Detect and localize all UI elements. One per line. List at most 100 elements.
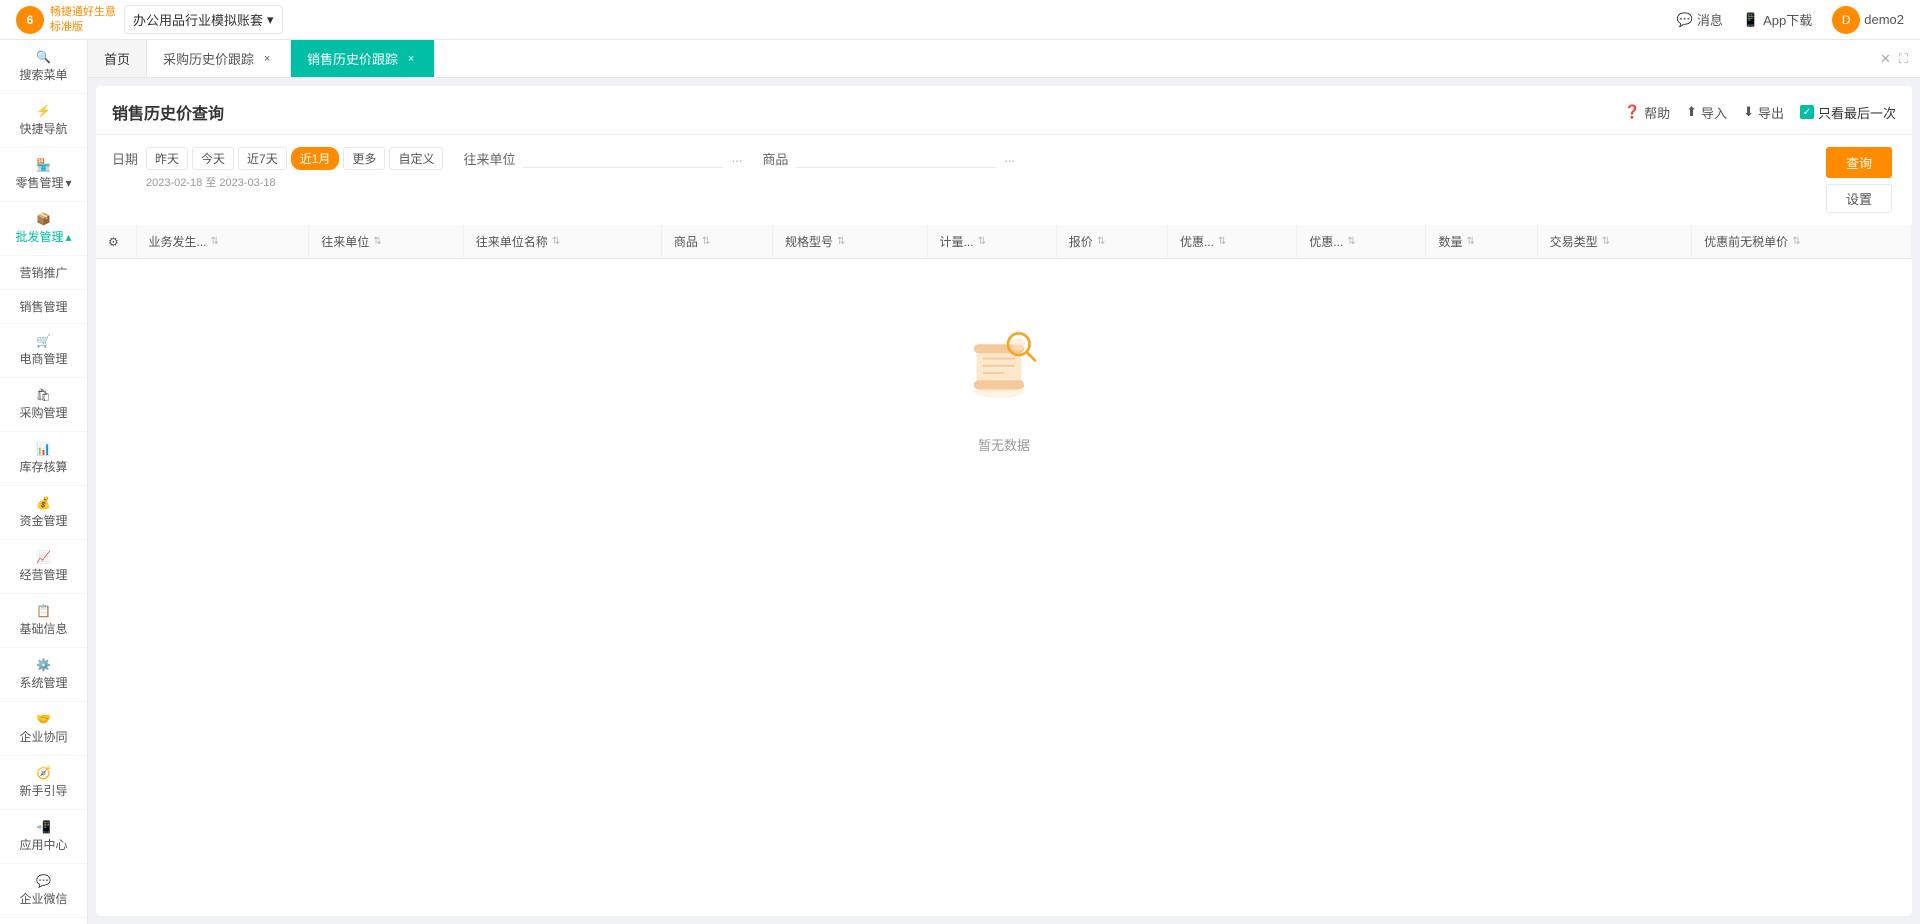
- quick-nav-icon: ⚡: [36, 104, 51, 118]
- sort-icon: ⇅: [1602, 236, 1610, 247]
- tab-sales-history[interactable]: 销售历史价跟踪 ×: [291, 40, 435, 77]
- sidebar-item-quick-nav[interactable]: ⚡ 快捷导航: [0, 94, 87, 148]
- only-last-checkbox[interactable]: ✓ 只看最后一次: [1800, 103, 1896, 122]
- sort-icon: ⇅: [1792, 236, 1800, 247]
- col-trade-type[interactable]: 交易类型 ⇅: [1537, 225, 1692, 259]
- sidebar-item-guide[interactable]: 🧭 新手引导: [0, 756, 87, 810]
- goods-dots[interactable]: ...: [1004, 150, 1015, 165]
- col-spec[interactable]: 规格型号 ⇅: [772, 225, 927, 259]
- phone-icon: 📱: [1743, 12, 1759, 28]
- enterprise-icon: 🤝: [36, 712, 51, 726]
- tab-close-all-icon[interactable]: ✕: [1880, 51, 1891, 67]
- query-button[interactable]: 查询: [1826, 147, 1892, 178]
- sidebar-item-operations[interactable]: 📈 经营管理: [0, 540, 87, 594]
- export-button[interactable]: ⬇ 导出: [1743, 103, 1784, 122]
- sidebar-item-label: 企业协同: [19, 728, 67, 745]
- purchase-history-tab-close[interactable]: ×: [260, 52, 274, 66]
- date-btn-yesterday[interactable]: 昨天: [146, 147, 188, 170]
- col-partner-name[interactable]: 往来单位名称 ⇅: [463, 225, 661, 259]
- header-right: 💬 消息 📱 App下载 D demo2: [1677, 6, 1904, 34]
- sidebar-item-label: 资金管理: [19, 512, 67, 529]
- sidebar-item-label: 经营管理: [19, 566, 67, 583]
- sidebar-item-enterprise[interactable]: 🤝 企业协同: [0, 702, 87, 756]
- date-btn-today[interactable]: 今天: [192, 147, 234, 170]
- wechat-icon: 💬: [36, 874, 51, 888]
- sidebar-item-label: 系统管理: [19, 674, 67, 691]
- sidebar-item-inventory[interactable]: 📊 库存核算: [0, 432, 87, 486]
- sidebar-item-search-menu[interactable]: 🔍 搜索菜单: [0, 40, 87, 94]
- sidebar-item-finance[interactable]: 💰 资金管理: [0, 486, 87, 540]
- ecommerce-icon: 🛒: [36, 334, 51, 348]
- col-settings[interactable]: ⚙: [96, 225, 136, 259]
- sales-history-tab-close[interactable]: ×: [404, 52, 418, 66]
- sort-icon: ⇅: [1466, 236, 1474, 247]
- empty-text: 暂无数据: [978, 435, 1030, 454]
- basic-info-icon: 📋: [36, 604, 51, 618]
- dropdown-icon: ▾: [267, 12, 274, 28]
- settings-button[interactable]: 设置: [1826, 184, 1892, 213]
- sidebar-item-label: 搜索菜单: [19, 66, 67, 83]
- partner-dots[interactable]: ...: [731, 150, 742, 165]
- help-button[interactable]: ❓ 帮助: [1624, 103, 1670, 122]
- sidebar-item-label: 零售管理: [15, 174, 63, 191]
- goods-input[interactable]: [796, 148, 996, 168]
- page-header-actions: ❓ 帮助 ⬆ 导入 ⬇ 导出 ✓ 只看最后一次: [1624, 103, 1896, 122]
- date-filter-group: 日期 昨天 今天 近7天 近1月 更多 自定义 2023-02-18 至 202…: [112, 147, 443, 190]
- account-selector[interactable]: 办公用品行业模拟账套 ▾: [124, 5, 283, 34]
- message-action[interactable]: 💬 消息: [1677, 10, 1723, 29]
- tab-fullscreen-icon[interactable]: ⛶: [1899, 51, 1908, 67]
- sidebar-item-app-center[interactable]: 📲 应用中心: [0, 810, 87, 864]
- col-discount2[interactable]: 优惠... ⇅: [1297, 225, 1426, 259]
- page-title: 销售历史价查询: [112, 100, 224, 124]
- logo-area: 6 畅捷通好生意 标准版: [16, 5, 116, 34]
- col-partner-code[interactable]: 往来单位 ⇅: [309, 225, 464, 259]
- sidebar-item-retail[interactable]: 🏪 零售管理 ▾: [0, 148, 87, 202]
- sidebar-item-label: 应用中心: [19, 836, 67, 853]
- col-goods[interactable]: 商品 ⇅: [661, 225, 772, 259]
- sidebar-item-marketing[interactable]: 营销推广: [0, 256, 87, 290]
- import-icon: ⬆: [1686, 104, 1697, 120]
- sidebar-item-ecommerce[interactable]: 🛒 电商管理: [0, 324, 87, 378]
- retail-icon: 🏪: [36, 158, 51, 172]
- user-action[interactable]: D demo2: [1832, 6, 1904, 34]
- partner-filter-label: 往来单位: [463, 147, 515, 168]
- date-range-text: 2023-02-18 至 2023-03-18: [146, 174, 443, 190]
- tab-bar-actions: ✕ ⛶: [1868, 51, 1920, 67]
- sidebar-item-sales-mgmt[interactable]: 销售管理: [0, 290, 87, 324]
- app-download-action[interactable]: 📱 App下载: [1743, 10, 1812, 29]
- col-pretax-price[interactable]: 优惠前无税单价 ⇅: [1692, 225, 1912, 259]
- sort-icon: ⇅: [1347, 236, 1355, 247]
- export-icon: ⬇: [1743, 104, 1754, 120]
- import-button[interactable]: ⬆ 导入: [1686, 103, 1727, 122]
- col-unit[interactable]: 计量... ⇅: [927, 225, 1056, 259]
- tab-home[interactable]: 首页: [88, 40, 147, 77]
- col-biz-date[interactable]: 业务发生... ⇅: [136, 225, 309, 259]
- empty-illustration: [954, 319, 1054, 419]
- sidebar-item-wholesale[interactable]: 📦 批发管理 ▴: [0, 202, 87, 256]
- col-quote[interactable]: 报价 ⇅: [1056, 225, 1167, 259]
- goods-filter-label: 商品: [762, 147, 788, 168]
- page-header: 销售历史价查询 ❓ 帮助 ⬆ 导入 ⬇ 导出 ✓: [96, 86, 1912, 135]
- top-header: 6 畅捷通好生意 标准版 办公用品行业模拟账套 ▾ 💬 消息 📱 App下载 D…: [0, 0, 1920, 40]
- app-logo-text: 畅捷通好生意 标准版: [50, 5, 116, 34]
- date-btn-custom[interactable]: 自定义: [389, 147, 443, 170]
- col-discount1[interactable]: 优惠... ⇅: [1167, 225, 1296, 259]
- sidebar-item-purchase[interactable]: 🛍 采购管理: [0, 378, 87, 432]
- app-center-icon: 📲: [36, 820, 51, 834]
- filter-area: 日期 昨天 今天 近7天 近1月 更多 自定义 2023-02-18 至 202…: [96, 135, 1912, 225]
- date-btn-more[interactable]: 更多: [343, 147, 385, 170]
- operations-icon: 📈: [36, 550, 51, 564]
- sidebar-item-wechat[interactable]: 💬 企业微信: [0, 864, 87, 918]
- finance-icon: 💰: [36, 496, 51, 510]
- col-qty[interactable]: 数量 ⇅: [1426, 225, 1537, 259]
- partner-input[interactable]: [523, 148, 723, 168]
- empty-state: 暂无数据: [96, 259, 1912, 514]
- sidebar-item-system[interactable]: ⚙️ 系统管理: [0, 648, 87, 702]
- sales-history-tab-label: 销售历史价跟踪: [307, 49, 398, 68]
- sidebar-item-member[interactable]: 👑 畅会员: [0, 918, 87, 924]
- sidebar-item-basic-info[interactable]: 📋 基础信息: [0, 594, 87, 648]
- tab-purchase-history[interactable]: 采购历史价跟踪 ×: [147, 40, 291, 77]
- date-btn-1month[interactable]: 近1月: [291, 147, 340, 170]
- sort-icon: ⇅: [978, 236, 986, 247]
- date-btn-7days[interactable]: 近7天: [238, 147, 287, 170]
